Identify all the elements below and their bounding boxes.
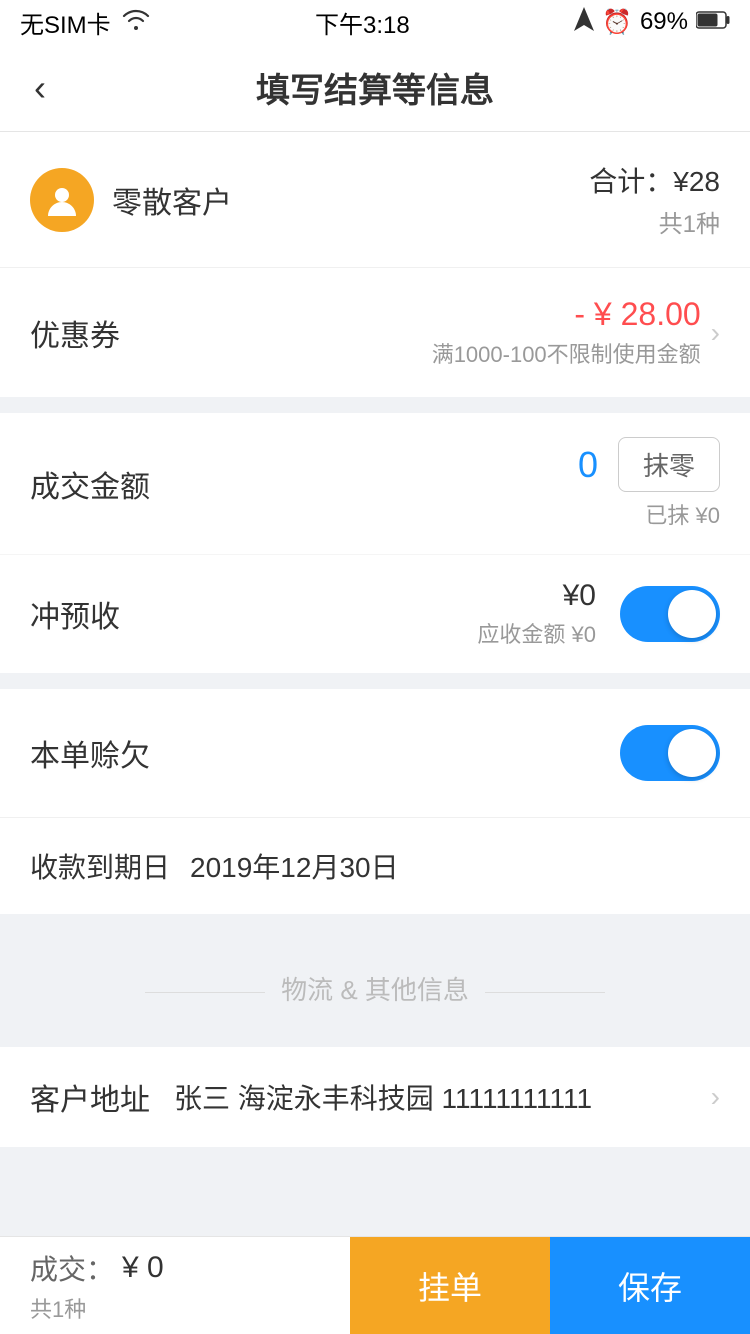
coupon-row[interactable]: 优惠券 - ¥ 28.00 满1000-100不限制使用金额 › xyxy=(0,267,750,397)
coupon-description: 满1000-100不限制使用金额 xyxy=(432,337,701,369)
credit-label: 本单赊欠 xyxy=(30,731,150,775)
total-count: 共1种 xyxy=(589,204,720,239)
back-button[interactable]: ‹ xyxy=(24,57,56,119)
coupon-right: - ¥ 28.00 满1000-100不限制使用金额 › xyxy=(432,296,720,369)
deal-row: 成交金额 0 抹零 已抹 ¥0 xyxy=(0,413,750,555)
customer-avatar xyxy=(30,168,94,232)
deal-sub-text: 已抹 ¥0 xyxy=(645,498,720,530)
alarm-icon: ⏰ xyxy=(602,8,632,37)
logistics-divider-section: 物流 & 其他信息 xyxy=(0,930,750,1047)
bottom-deal-row: 成交： ¥ 0 xyxy=(30,1248,320,1288)
prepay-row: 冲预收 ¥0 应收金额 ¥0 xyxy=(0,555,750,673)
battery-text: 69% xyxy=(640,8,688,36)
logistics-divider: 物流 & 其他信息 xyxy=(0,950,750,1027)
toggle-knob xyxy=(668,590,716,638)
credit-section: 本单赊欠 收款到期日 2019年12月30日 xyxy=(0,689,750,914)
bottom-count: 共1种 xyxy=(30,1292,320,1324)
coupon-chevron-icon: › xyxy=(711,317,720,349)
bottom-bar: 成交： ¥ 0 共1种 挂单 保存 xyxy=(0,1236,750,1334)
address-value: 张三 海淀永丰科技园 11111111111 xyxy=(174,1077,711,1117)
due-date-label: 收款到期日 xyxy=(30,846,170,886)
logistics-text: 物流 & 其他信息 xyxy=(129,970,621,1007)
prepay-sub-text: 应收金额 ¥0 xyxy=(477,617,596,649)
deal-label: 成交金额 xyxy=(30,462,150,506)
nav-title: 填写结算等信息 xyxy=(256,63,494,112)
customer-row: 零散客户 合计：¥28 共1种 xyxy=(0,132,750,267)
credit-row: 本单赊欠 xyxy=(0,689,750,817)
round-zero-button[interactable]: 抹零 xyxy=(618,437,720,492)
total-amount: 合计：¥28 xyxy=(589,160,720,200)
address-chevron-icon: › xyxy=(711,1081,720,1113)
customer-name: 零散客户 xyxy=(112,178,232,222)
status-bar: 无SIM卡 下午3:18 ⏰ 69% xyxy=(0,0,750,44)
prepay-toggle[interactable] xyxy=(620,586,720,642)
address-section: 客户地址 张三 海淀永丰科技园 11111111111 › xyxy=(0,1047,750,1147)
status-left: 无SIM卡 xyxy=(20,5,151,40)
coupon-discount: - ¥ 28.00 xyxy=(432,296,701,333)
prepay-amount: ¥0 xyxy=(477,579,596,613)
bottom-deal-label: 成交： xyxy=(30,1248,114,1288)
status-time: 下午3:18 xyxy=(315,5,410,40)
address-row[interactable]: 客户地址 张三 海淀永丰科技园 11111111111 › xyxy=(0,1047,750,1147)
customer-left: 零散客户 xyxy=(30,168,232,232)
bottom-deal-amount: ¥ 0 xyxy=(122,1251,164,1285)
hold-order-button[interactable]: 挂单 xyxy=(350,1237,550,1334)
deal-right: 0 抹零 已抹 ¥0 xyxy=(578,437,720,530)
credit-toggle[interactable] xyxy=(620,725,720,781)
due-date-value: 2019年12月30日 xyxy=(190,846,399,886)
due-date-row: 收款到期日 2019年12月30日 xyxy=(0,817,750,914)
battery-icon xyxy=(696,8,730,36)
bottom-summary: 成交： ¥ 0 共1种 xyxy=(0,1248,350,1324)
sim-text: 无SIM卡 xyxy=(20,5,111,40)
nav-bar: ‹ 填写结算等信息 xyxy=(0,44,750,132)
prepay-right: ¥0 应收金额 ¥0 xyxy=(477,579,720,649)
save-button[interactable]: 保存 xyxy=(550,1237,750,1334)
status-right: ⏰ 69% xyxy=(574,7,730,38)
customer-right: 合计：¥28 共1种 xyxy=(589,160,720,239)
prepay-label: 冲预收 xyxy=(30,592,120,636)
prepay-info: ¥0 应收金额 ¥0 xyxy=(477,579,596,649)
credit-toggle-knob xyxy=(668,729,716,777)
deal-amount: 0 xyxy=(578,444,598,486)
coupon-info: - ¥ 28.00 满1000-100不限制使用金额 xyxy=(432,296,701,369)
wifi-icon xyxy=(121,8,151,37)
coupon-label: 优惠券 xyxy=(30,311,120,355)
address-label: 客户地址 xyxy=(30,1075,150,1119)
deal-value-row: 0 抹零 xyxy=(578,437,720,492)
location-icon xyxy=(574,7,594,38)
deal-section: 成交金额 0 抹零 已抹 ¥0 冲预收 ¥0 应收金额 ¥0 xyxy=(0,413,750,673)
customer-section: 零散客户 合计：¥28 共1种 优惠券 - ¥ 28.00 满1000-100不… xyxy=(0,132,750,397)
